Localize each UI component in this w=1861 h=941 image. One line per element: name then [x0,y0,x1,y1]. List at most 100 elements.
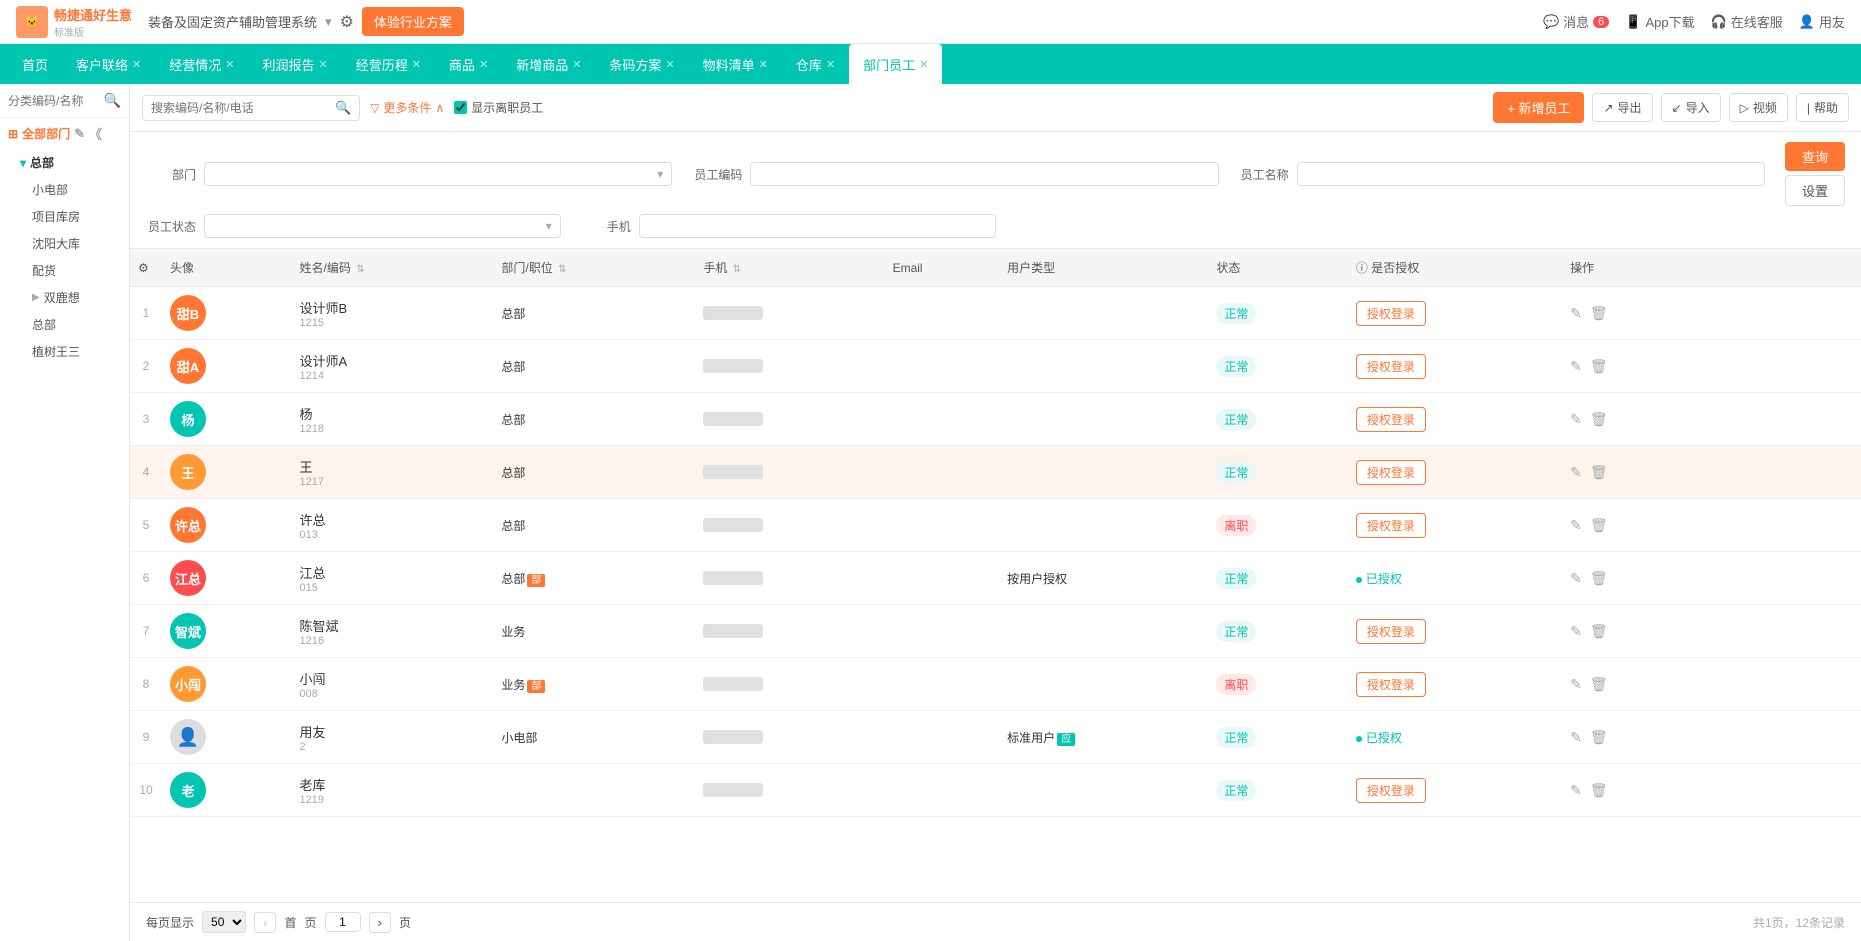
auth-button[interactable]: 授权登录 [1356,407,1426,432]
dept-item-shuanglu[interactable]: ▶ 双鹿想 [24,284,129,311]
dept-item-zongbu-parent[interactable]: ▾ 总部 [12,149,129,176]
all-depts-header[interactable]: ⊞ 全部部门 ✎ 《 [0,118,129,149]
auth-button[interactable]: 授权登录 [1356,513,1426,538]
col-settings-icon[interactable]: ⚙ [130,249,162,287]
next-btn[interactable]: › [369,912,391,933]
delete-icon[interactable]: 🗑 [1590,464,1608,481]
trial-button[interactable]: 体验行业方案 [362,7,464,36]
status-badge: 正常 [1216,621,1256,642]
prev-btn[interactable]: ‹ [254,912,276,933]
nav-tab-goods[interactable]: 商品 ✕ [435,44,502,84]
emp-code-input[interactable] [750,162,1218,186]
cell-auth: 已授权 [1348,711,1562,764]
export-button[interactable]: ↗ 导出 [1592,93,1652,122]
help-button[interactable]: | 帮助 [1796,93,1849,122]
set-button[interactable]: 设置 [1785,175,1845,206]
add-employee-button[interactable]: + 新增员工 [1493,92,1584,123]
nav-tab-barcode[interactable]: 条码方案 ✕ [595,44,688,84]
more-conditions-btn[interactable]: ▽ 更多条件 ∧ [370,99,444,116]
col-phone[interactable]: 手机 ⇅ [695,249,884,287]
employee-name: 许总 [300,510,486,529]
delete-icon[interactable]: 🗑 [1590,782,1608,799]
edit-icon[interactable]: ✎ [1570,729,1582,746]
close-icon[interactable]: ✕ [919,58,928,71]
close-icon[interactable]: ✕ [479,58,488,71]
edit-icon[interactable]: ✎ [1570,623,1582,640]
gear-icon[interactable]: ⚙ [340,12,354,32]
filter-search-input[interactable] [151,101,331,115]
cell-auth: 授权登录 [1348,499,1562,552]
nav-tab-add-goods[interactable]: 新增商品 ✕ [502,44,595,84]
edit-icon[interactable]: ✎ [1570,464,1582,481]
edit-icon[interactable]: ✎ [1570,305,1582,322]
nav-tab-bom[interactable]: 物料清单 ✕ [689,44,782,84]
import-button[interactable]: ↙ 导入 [1661,93,1721,122]
per-page-select[interactable]: 50 [202,911,246,933]
delete-icon[interactable]: 🗑 [1590,517,1608,534]
dept-select[interactable]: ▾ [204,162,672,186]
close-icon[interactable]: ✕ [319,58,328,71]
delete-icon[interactable]: 🗑 [1590,411,1608,428]
message-btn[interactable]: 💬 消息 6 [1543,12,1609,31]
close-icon[interactable]: ✕ [759,58,768,71]
dept-item-zongbu[interactable]: 总部 [24,311,129,338]
auth-button[interactable]: 授权登录 [1356,460,1426,485]
dept-item-shenyang[interactable]: 沈阳大库 [24,230,129,257]
close-icon[interactable]: ✕ [826,58,835,71]
edit-icon[interactable]: ✎ [1570,782,1582,799]
close-icon[interactable]: ✕ [412,58,421,71]
auth-button[interactable]: 授权登录 [1356,672,1426,697]
nav-tab-warehouse[interactable]: 仓库 ✕ [782,44,849,84]
query-button[interactable]: 查询 [1785,142,1845,171]
dept-item-zhishu[interactable]: 植树王三 [24,338,129,365]
auth-dot-icon [1356,736,1362,742]
user-avatar[interactable]: 👤 用友 [1799,12,1845,31]
collapse-icon[interactable]: 《 [89,124,102,143]
delete-icon[interactable]: 🗑 [1590,729,1608,746]
dept-item-peihuo[interactable]: 配货 [24,257,129,284]
delete-icon[interactable]: 🗑 [1590,570,1608,587]
search-icon[interactable]: 🔍 [335,100,351,116]
delete-icon[interactable]: 🗑 [1590,676,1608,693]
close-icon[interactable]: ✕ [572,58,581,71]
nav-tab-profit[interactable]: 利润报告 ✕ [248,44,341,84]
employee-name: 设计师B [300,298,486,317]
cell-usertype: 标准用户应 [999,711,1208,764]
delete-icon[interactable]: 🗑 [1590,305,1608,322]
nav-tab-operation[interactable]: 经营情况 ✕ [155,44,248,84]
nav-tab-customer[interactable]: 客户联络 ✕ [62,44,155,84]
emp-name-input[interactable] [1297,162,1765,186]
video-button[interactable]: ▷ 视频 [1729,93,1788,122]
app-download-btn[interactable]: 📱 App下载 [1625,12,1694,31]
sidebar-search-input[interactable] [8,94,104,108]
auth-button[interactable]: 授权登录 [1356,778,1426,803]
edit-icon[interactable]: ✎ [1570,570,1582,587]
auth-button[interactable]: 授权登录 [1356,301,1426,326]
col-name[interactable]: 姓名/编码 ⇅ [292,249,494,287]
edit-icon[interactable]: ✎ [74,126,85,142]
col-dept[interactable]: 部门/职位 ⇅ [493,249,695,287]
dept-item-project[interactable]: 项目库房 [24,203,129,230]
edit-icon[interactable]: ✎ [1570,676,1582,693]
page-input[interactable] [325,912,361,932]
close-icon[interactable]: ✕ [132,58,141,71]
edit-icon[interactable]: ✎ [1570,411,1582,428]
delete-icon[interactable]: 🗑 [1590,358,1608,375]
delete-icon[interactable]: 🗑 [1590,623,1608,640]
nav-tab-employees[interactable]: 部门员工 ✕ [849,44,942,84]
nav-tab-home[interactable]: 首页 [8,44,62,84]
online-support-btn[interactable]: 🎧 在线客服 [1711,12,1783,31]
edit-icon[interactable]: ✎ [1570,358,1582,375]
auth-button[interactable]: 授权登录 [1356,619,1426,644]
close-icon[interactable]: ✕ [665,58,674,71]
auth-button[interactable]: 授权登录 [1356,354,1426,379]
nav-tab-history[interactable]: 经营历程 ✕ [342,44,435,84]
phone-input[interactable] [639,214,996,238]
dept-item-xiaodian[interactable]: 小电部 [24,176,129,203]
show-resign-checkbox[interactable] [454,101,467,114]
close-icon[interactable]: ✕ [225,58,234,71]
edit-icon[interactable]: ✎ [1570,517,1582,534]
system-title-arrow[interactable]: ▾ [325,14,332,30]
status-select[interactable]: ▾ [204,214,561,238]
export-icon: ↗ [1603,101,1613,115]
